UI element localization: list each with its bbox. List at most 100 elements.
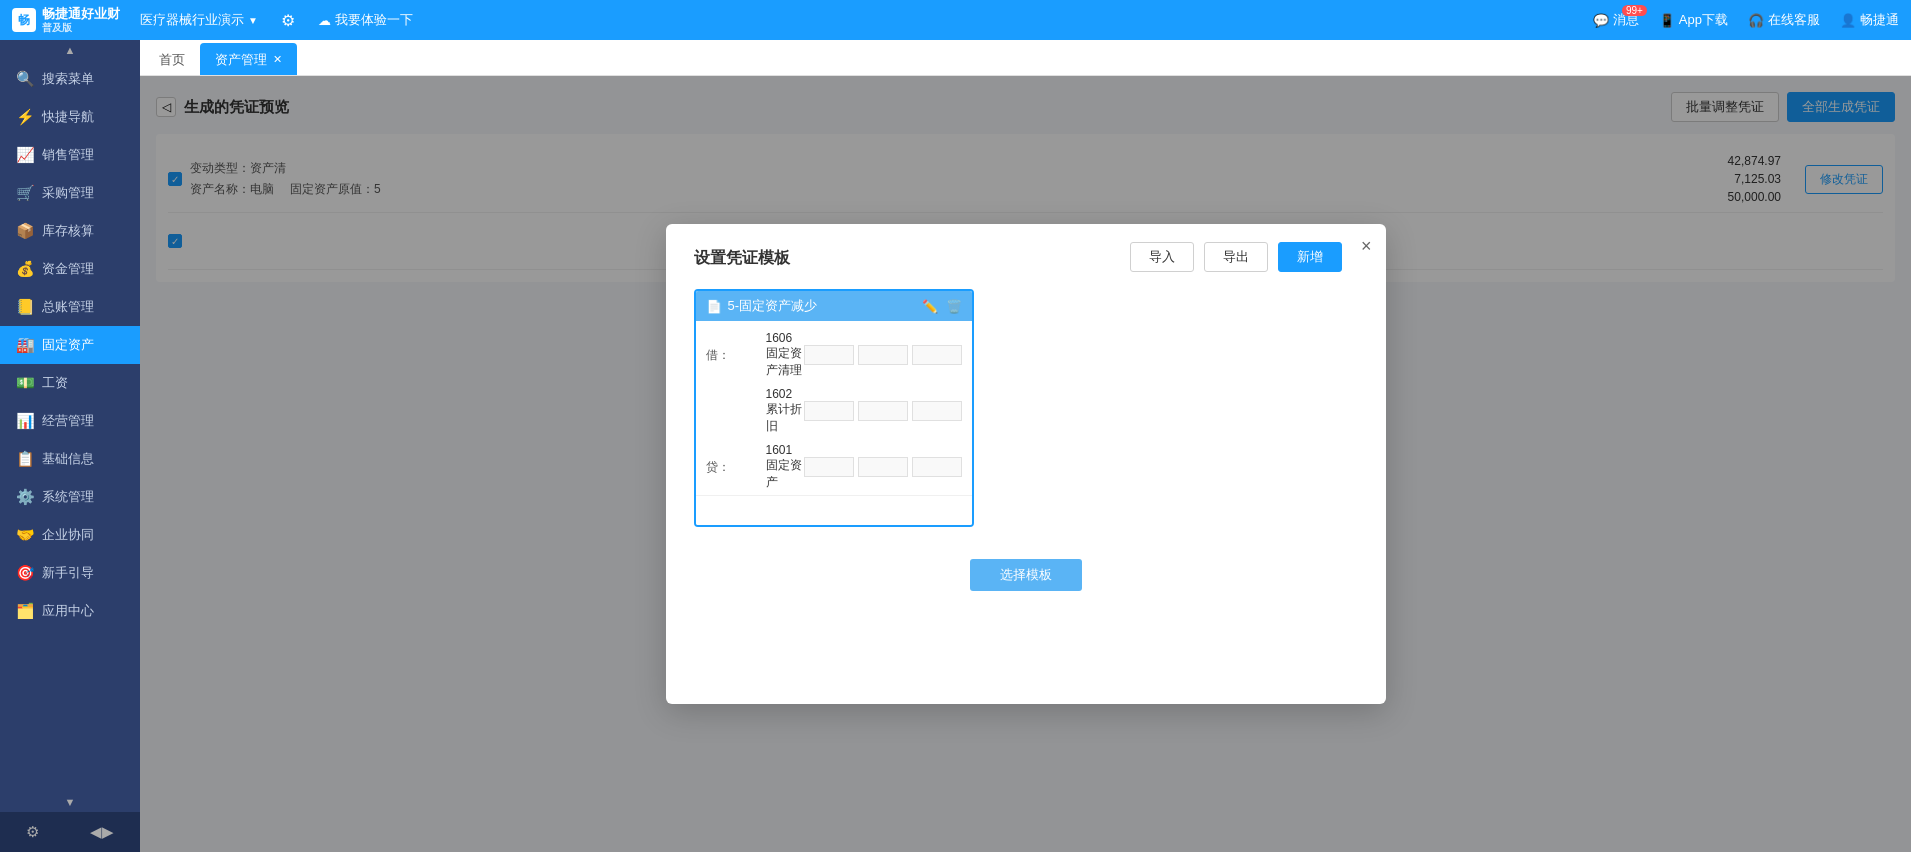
company-name: 医疗器械行业演示	[140, 11, 244, 29]
sidebar-scroll-up[interactable]: ▲	[0, 40, 140, 60]
topbar-center: 医疗器械行业演示 ▼ ⚙ ☁ 我要体验一下	[120, 6, 1593, 34]
company-selector[interactable]: 医疗器械行业演示 ▼	[140, 11, 258, 29]
topbar: 畅 畅捷通好业财 普及版 医疗器械行业演示 ▼ ⚙ ☁ 我要体验一下 💬 消息 …	[0, 0, 1911, 40]
export-btn[interactable]: 导出	[1204, 242, 1268, 272]
user-avatar-icon: 👤	[1840, 13, 1856, 28]
line1-account: 1606 固定资产清理	[766, 331, 804, 379]
tab-home[interactable]: 首页	[144, 43, 200, 75]
settings-footer-icon[interactable]: ⚙	[26, 823, 39, 841]
line2-col3	[912, 401, 962, 421]
line3-account: 1601 固定资产	[766, 443, 804, 491]
tab-assets-label: 资产管理	[215, 51, 267, 69]
line1-col3	[912, 345, 962, 365]
line2-account: 1602 累计折旧	[766, 387, 804, 435]
sidebar-item-label: 系统管理	[42, 488, 94, 506]
service-label: 在线客服	[1768, 11, 1820, 29]
sidebar-item-label: 库存核算	[42, 222, 94, 240]
sidebar-item-collab[interactable]: 🤝 企业协同	[0, 516, 140, 554]
sidebar-item-guide[interactable]: 🎯 新手引导	[0, 554, 140, 592]
template-header-left: 📄 5-固定资产减少	[706, 297, 818, 315]
template-line-3: 贷： 1601 固定资产	[696, 439, 972, 495]
line1-side: 借：	[706, 347, 766, 364]
sidebar-item-sales[interactable]: 📈 销售管理	[0, 136, 140, 174]
user-btn[interactable]: 👤 畅捷通	[1840, 11, 1899, 29]
search-icon: 🔍	[16, 70, 34, 88]
app-download-btn[interactable]: 📱 App下载	[1659, 11, 1728, 29]
tab-assets-close-icon[interactable]: ✕	[273, 53, 282, 66]
inventory-icon: 📦	[16, 222, 34, 240]
online-service-btn[interactable]: 🎧 在线客服	[1748, 11, 1820, 29]
sidebar-item-inventory[interactable]: 📦 库存核算	[0, 212, 140, 250]
purchase-icon: 🛒	[16, 184, 34, 202]
collab-icon: 🤝	[16, 526, 34, 544]
template-name: 5-固定资产减少	[728, 297, 818, 315]
messages-btn[interactable]: 💬 消息 99+	[1593, 11, 1639, 29]
new-btn[interactable]: 新增	[1278, 242, 1342, 272]
modal-actions: 导入 导出 新增	[1130, 242, 1342, 272]
line1-cols	[804, 345, 962, 365]
sidebar-item-label: 销售管理	[42, 146, 94, 164]
line1-col1	[804, 345, 854, 365]
sidebar-item-label: 基础信息	[42, 450, 94, 468]
service-icon: 🎧	[1748, 13, 1764, 28]
template-edit-icon[interactable]: ✏️	[922, 299, 938, 314]
sidebar-item-quicknav[interactable]: ⚡ 快捷导航	[0, 98, 140, 136]
sidebar-item-ledger[interactable]: 📒 总账管理	[0, 288, 140, 326]
basic-icon: 📋	[16, 450, 34, 468]
collapse-sidebar-icon[interactable]: ◀▶	[90, 823, 114, 841]
sidebar-item-system[interactable]: ⚙️ 系统管理	[0, 478, 140, 516]
sidebar-footer: ⚙ ◀▶	[0, 812, 140, 852]
line2-col1	[804, 401, 854, 421]
sidebar-item-finance[interactable]: 💰 资金管理	[0, 250, 140, 288]
sidebar-item-label: 工资	[42, 374, 68, 392]
modal-overlay: 设置凭证模板 导入 导出 新增 × 📄 5-固定资产减少 ✏️ 🗑️ 借：	[140, 76, 1911, 852]
template-footer: 选择模板	[694, 547, 1358, 591]
guide-icon: 🎯	[16, 564, 34, 582]
ledger-icon: 📒	[16, 298, 34, 316]
tab-assets[interactable]: 资产管理 ✕	[200, 43, 297, 75]
template-card: 📄 5-固定资产减少 ✏️ 🗑️ 借： 1606 固定资产清理	[694, 289, 974, 527]
template-delete-icon[interactable]: 🗑️	[946, 299, 962, 314]
sidebar-item-appcenter[interactable]: 🗂️ 应用中心	[0, 592, 140, 630]
company-dropdown-icon: ▼	[248, 15, 258, 26]
sidebar-item-label: 经营管理	[42, 412, 94, 430]
sidebar-item-label: 快捷导航	[42, 108, 94, 126]
sidebar-item-search[interactable]: 🔍 搜索菜单	[0, 60, 140, 98]
line2-cols	[804, 401, 962, 421]
modal-close-btn[interactable]: ×	[1361, 236, 1372, 257]
sidebar-item-business[interactable]: 📊 经营管理	[0, 402, 140, 440]
sidebar-menu: 🔍 搜索菜单 ⚡ 快捷导航 📈 销售管理 🛒 采购管理 📦 库存核算 💰 资金管…	[0, 60, 140, 792]
line1-col2	[858, 345, 908, 365]
settings-icon[interactable]: ⚙	[274, 6, 302, 34]
sidebar-item-purchase[interactable]: 🛒 采购管理	[0, 174, 140, 212]
line3-cols	[804, 457, 962, 477]
import-btn[interactable]: 导入	[1130, 242, 1194, 272]
sidebar-item-label: 搜索菜单	[42, 70, 94, 88]
template-card-header: 📄 5-固定资产减少 ✏️ 🗑️	[696, 291, 972, 321]
line3-col3	[912, 457, 962, 477]
sidebar-item-salary[interactable]: 💵 工资	[0, 364, 140, 402]
sidebar-item-label: 总账管理	[42, 298, 94, 316]
template-card-body: 借： 1606 固定资产清理 1602 累计折旧	[696, 321, 972, 525]
trial-btn[interactable]: ☁ 我要体验一下	[318, 11, 413, 29]
template-line-1: 借： 1606 固定资产清理	[696, 327, 972, 383]
sidebar-item-label: 资金管理	[42, 260, 94, 278]
sidebar-item-label: 应用中心	[42, 602, 94, 620]
tabbar: 首页 资产管理 ✕	[140, 40, 1911, 76]
app-name: 畅捷通好业财	[42, 6, 120, 22]
fixedasset-icon: 🏭	[16, 336, 34, 354]
sidebar-item-basic[interactable]: 📋 基础信息	[0, 440, 140, 478]
app-download-label: App下载	[1679, 11, 1728, 29]
line3-side: 贷：	[706, 459, 766, 476]
sidebar-scroll-down[interactable]: ▼	[0, 792, 140, 812]
sidebar-item-fixedasset[interactable]: 🏭 固定资产	[0, 326, 140, 364]
sidebar: ▲ 🔍 搜索菜单 ⚡ 快捷导航 📈 销售管理 🛒 采购管理 📦 库存核算 💰 资…	[0, 40, 140, 852]
template-header-icons: ✏️ 🗑️	[922, 299, 962, 314]
sidebar-item-label: 采购管理	[42, 184, 94, 202]
template-empty-row	[696, 495, 972, 519]
trial-icon: ☁	[318, 13, 331, 28]
select-template-btn[interactable]: 选择模板	[970, 559, 1082, 591]
quicknav-icon: ⚡	[16, 108, 34, 126]
user-name: 畅捷通	[1860, 11, 1899, 29]
system-icon: ⚙️	[16, 488, 34, 506]
